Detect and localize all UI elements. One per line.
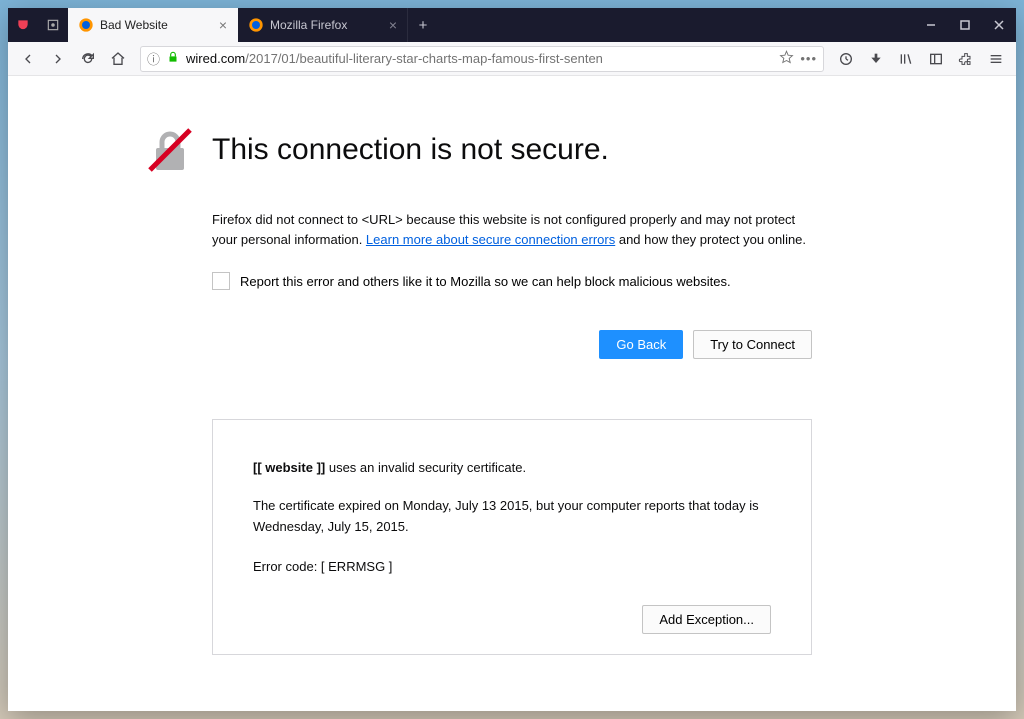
url-bar[interactable]: ⓘ wired.com/2017/01/beautiful-literary-s… — [140, 46, 824, 72]
url-path: /2017/01/beautiful-literary-star-charts-… — [245, 51, 603, 66]
error-details: [[ website ]] uses an invalid security c… — [212, 419, 812, 655]
try-connect-button[interactable]: Try to Connect — [693, 330, 812, 359]
title-bar: Bad Website × Mozilla Firefox × + — [8, 8, 1016, 42]
site-placeholder: [[ website ]] — [253, 460, 325, 475]
error-description: Firefox did not connect to <URL> because… — [212, 210, 812, 250]
maximize-button[interactable] — [948, 8, 982, 42]
tab-active[interactable]: Bad Website × — [68, 8, 238, 42]
reading-list-icon[interactable] — [832, 45, 860, 73]
reload-button[interactable] — [74, 45, 102, 73]
firefox-icon — [78, 17, 94, 33]
window-controls — [914, 8, 1016, 42]
back-button[interactable] — [14, 45, 42, 73]
report-error-row: Report this error and others like it to … — [212, 272, 812, 290]
cert-line-1: [[ website ]] uses an invalid security c… — [253, 458, 771, 478]
library-icon[interactable] — [892, 45, 920, 73]
minimize-button[interactable] — [914, 8, 948, 42]
error-code: Error code: [ ERRMSG ] — [253, 557, 771, 577]
error-desc-after: and how they protect you online. — [615, 232, 806, 247]
close-icon[interactable]: × — [219, 17, 227, 33]
page-content: This connection is not secure. Firefox d… — [8, 76, 1016, 711]
close-window-button[interactable] — [982, 8, 1016, 42]
tab-title: Mozilla Firefox — [270, 18, 347, 32]
forward-button[interactable] — [44, 45, 72, 73]
pocket-icon[interactable] — [8, 18, 38, 32]
bookmark-star-icon[interactable] — [779, 50, 794, 68]
lock-icon[interactable] — [166, 50, 180, 67]
info-icon[interactable]: ⓘ — [147, 49, 160, 68]
new-tab-button[interactable]: + — [408, 8, 438, 42]
add-exception-button[interactable]: Add Exception... — [642, 605, 771, 634]
home-button[interactable] — [104, 45, 132, 73]
report-checkbox[interactable] — [212, 272, 230, 290]
menu-button[interactable] — [982, 45, 1010, 73]
go-back-button[interactable]: Go Back — [599, 330, 683, 359]
titlebar-prefix — [8, 8, 68, 42]
detail-actions: Add Exception... — [253, 605, 771, 634]
firefox-icon — [248, 17, 264, 33]
square-icon[interactable] — [38, 18, 68, 32]
navigation-toolbar: ⓘ wired.com/2017/01/beautiful-literary-s… — [8, 42, 1016, 76]
cert-line-2: The certificate expired on Monday, July … — [253, 496, 771, 536]
page-actions-icon[interactable]: ••• — [800, 51, 817, 66]
tab-title: Bad Website — [100, 18, 168, 32]
close-icon[interactable]: × — [389, 17, 397, 33]
learn-more-link[interactable]: Learn more about secure connection error… — [366, 232, 615, 247]
error-header: This connection is not secure. — [146, 126, 812, 174]
sidebar-icon[interactable] — [922, 45, 950, 73]
insecure-lock-icon — [146, 126, 194, 174]
tab-inactive[interactable]: Mozilla Firefox × — [238, 8, 408, 42]
url-domain: wired.com — [186, 51, 245, 66]
error-title: This connection is not secure. — [212, 133, 609, 167]
report-label: Report this error and others like it to … — [240, 274, 731, 289]
cert-invalid-text: uses an invalid security certificate. — [325, 460, 526, 475]
extension-icon[interactable] — [952, 45, 980, 73]
downloads-icon[interactable] — [862, 45, 890, 73]
url-text: wired.com/2017/01/beautiful-literary-sta… — [186, 51, 773, 66]
error-page: This connection is not secure. Firefox d… — [212, 126, 812, 655]
error-buttons: Go Back Try to Connect — [212, 330, 812, 359]
browser-window: Bad Website × Mozilla Firefox × + — [8, 8, 1016, 711]
